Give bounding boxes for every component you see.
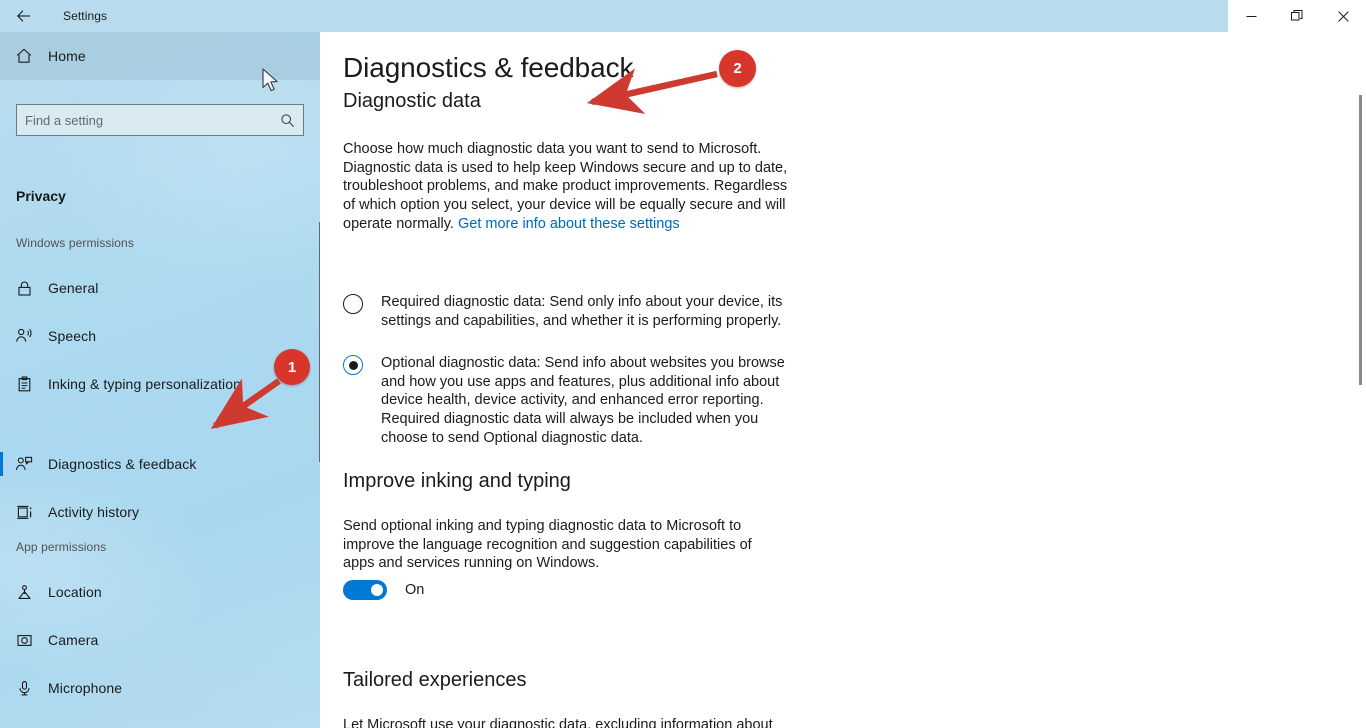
inking-toggle[interactable] xyxy=(343,580,387,600)
sidebar-item-speech[interactable]: Speech xyxy=(0,316,320,356)
sidebar-item-camera[interactable]: Camera xyxy=(0,620,320,660)
inking-toggle-row[interactable]: On xyxy=(343,580,424,600)
clipboard-pen-icon xyxy=(0,375,48,393)
get-more-info-link[interactable]: Get more info about these settings xyxy=(458,216,680,232)
person-feedback-icon xyxy=(0,455,48,473)
toggle-knob xyxy=(371,584,383,596)
sidebar-item-label: Speech xyxy=(48,328,97,344)
inking-description: Send optional inking and typing diagnost… xyxy=(343,518,752,572)
search-box[interactable] xyxy=(16,104,304,136)
diagnostic-data-intro: Choose how much diagnostic data you want… xyxy=(343,140,795,234)
home-icon xyxy=(0,47,48,65)
sidebar-item-microphone[interactable]: Microphone xyxy=(0,668,320,708)
activity-history-icon xyxy=(0,504,48,521)
inking-toggle-state: On xyxy=(405,582,425,598)
radio-indicator-unchecked[interactable] xyxy=(343,294,363,314)
sidebar-group-header-windows-permissions: Windows permissions xyxy=(16,236,134,250)
sidebar: Home Privacy Windows permissions xyxy=(0,32,320,728)
sidebar-item-label: Camera xyxy=(48,632,99,648)
close-icon xyxy=(1337,10,1349,22)
main-scrollbar-thumb[interactable] xyxy=(1359,95,1362,385)
sidebar-item-location[interactable]: Location xyxy=(0,572,320,612)
radio-optional-diagnostic-data[interactable]: Optional diagnostic data: Send info abou… xyxy=(343,354,803,448)
sidebar-item-home[interactable]: Home xyxy=(0,32,320,80)
radio-label: Optional diagnostic data: Send info abou… xyxy=(381,355,785,446)
section-title-improve-inking-typing: Improve inking and typing xyxy=(343,470,571,492)
window-controls xyxy=(1228,0,1366,32)
sidebar-item-inking-typing-personalization[interactable]: Inking & typing personalization xyxy=(0,364,320,404)
sidebar-item-activity-history[interactable]: Activity history xyxy=(0,492,320,532)
radio-required-diagnostic-data[interactable]: Required diagnostic data: Send only info… xyxy=(343,293,803,330)
sidebar-home-label: Home xyxy=(48,48,86,64)
location-pin-icon xyxy=(0,584,48,601)
sidebar-item-label: Location xyxy=(48,584,102,600)
window-title: Settings xyxy=(63,9,108,23)
sidebar-category-title: Privacy xyxy=(16,188,66,204)
sidebar-group-header-app-permissions: App permissions xyxy=(16,540,107,554)
speech-person-icon xyxy=(0,327,48,345)
sidebar-item-label: Inking & typing personalization xyxy=(48,376,241,392)
minimize-button[interactable] xyxy=(1228,0,1274,32)
settings-window: Settings Home Find a setting Privacy Win… xyxy=(0,0,1366,728)
page-title: Diagnostics & feedback xyxy=(343,52,634,83)
sidebar-item-general[interactable]: General xyxy=(0,268,320,308)
sidebar-item-label: Microphone xyxy=(48,680,123,696)
tailored-description: Let Microsoft use your diagnostic data, … xyxy=(343,717,773,728)
lock-icon xyxy=(0,280,48,297)
main-content: Diagnostics & feedback Diagnostic data C… xyxy=(320,32,1366,728)
sidebar-item-diagnostics-feedback[interactable]: Diagnostics & feedback xyxy=(0,444,320,484)
restore-icon xyxy=(1291,10,1303,21)
sidebar-item-label: General xyxy=(48,280,99,296)
title-bar: Settings xyxy=(0,0,1366,32)
radio-label: Required diagnostic data: Send only info… xyxy=(381,294,783,329)
maximize-restore-button[interactable] xyxy=(1274,0,1320,32)
section-title-diagnostic-data: Diagnostic data xyxy=(343,90,481,112)
back-button[interactable] xyxy=(0,0,48,32)
sidebar-item-label: Activity history xyxy=(48,504,140,520)
search-icon xyxy=(280,113,295,128)
section-title-tailored-experiences: Tailored experiences xyxy=(343,669,527,691)
sidebar-item-label: Diagnostics & feedback xyxy=(48,456,197,472)
radio-indicator-checked[interactable] xyxy=(343,355,363,375)
microphone-icon xyxy=(0,680,48,697)
search-input[interactable] xyxy=(25,112,280,128)
title-bar-left: Settings xyxy=(0,0,107,32)
back-arrow-icon xyxy=(17,10,30,22)
camera-icon xyxy=(0,632,48,649)
minimize-icon xyxy=(1246,15,1256,17)
search-container xyxy=(16,104,304,136)
close-button[interactable] xyxy=(1320,0,1366,32)
